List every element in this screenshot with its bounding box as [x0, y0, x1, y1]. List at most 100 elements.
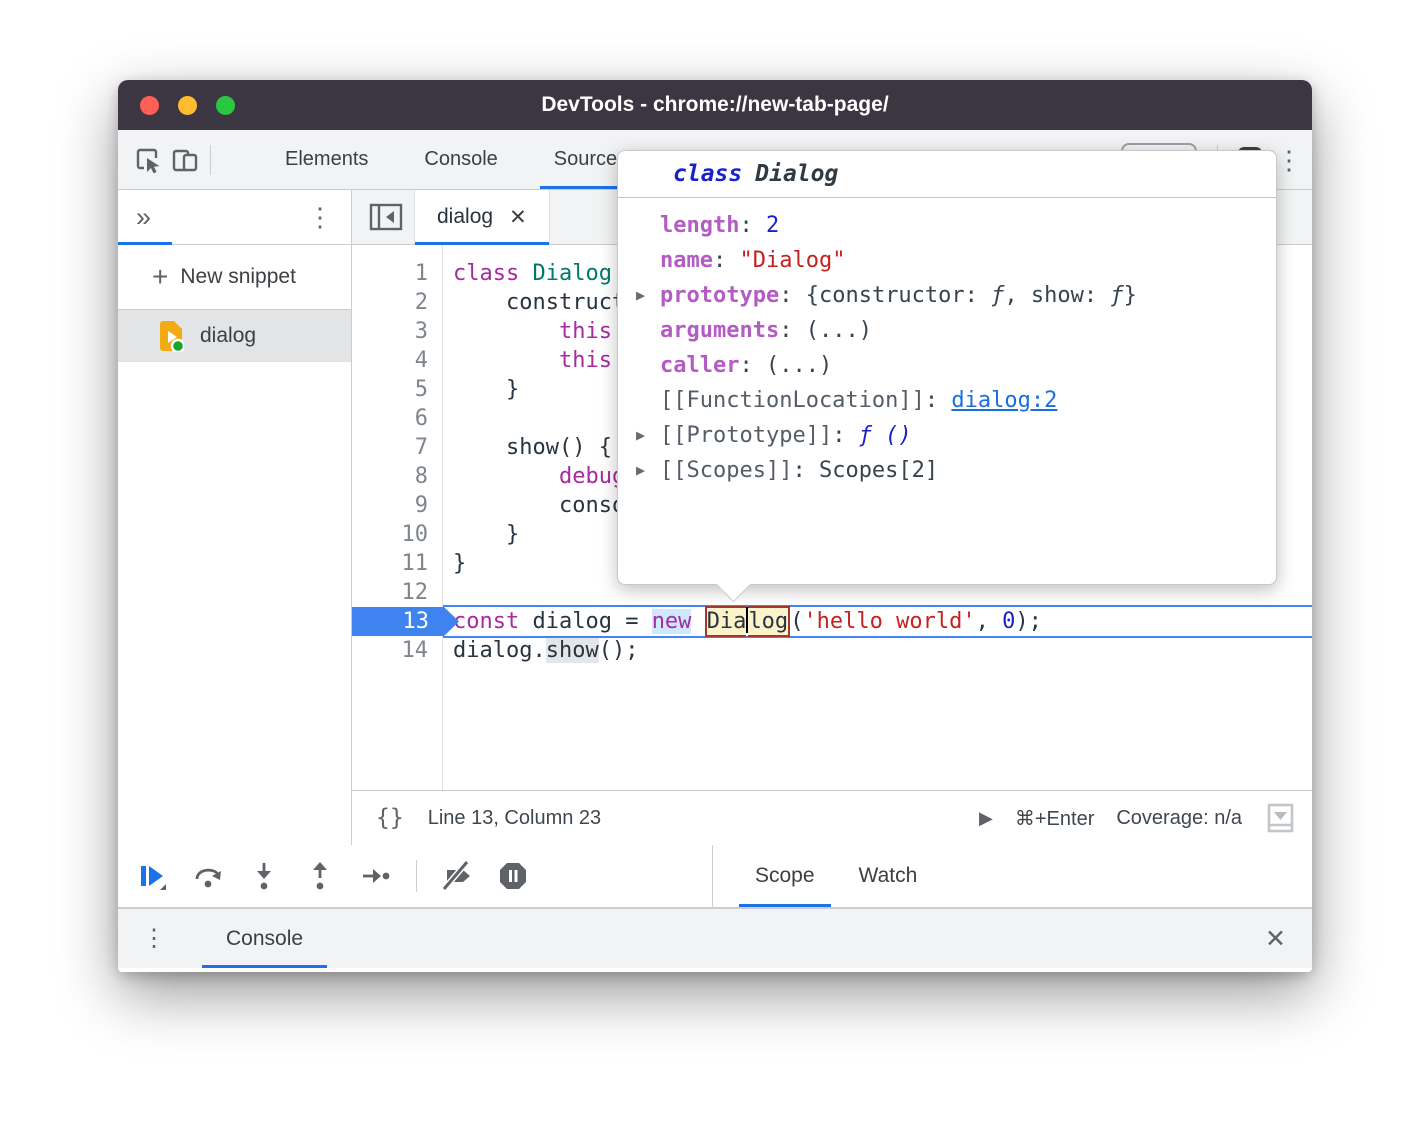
code-line-13[interactable]: const dialog = new Dialog('hello world',…	[444, 607, 1312, 636]
debugger-toolbar: ScopeWatch	[118, 845, 1312, 908]
snippets-sidebar: » ⋮ + New snippet dialog	[118, 190, 352, 845]
screenshot-stage: DevTools - chrome://new-tab-page/ Elemen…	[0, 0, 1428, 1122]
coverage-status: Coverage: n/a	[1116, 807, 1242, 830]
property-name: [[Scopes]]	[660, 458, 792, 483]
sidebar-header: » ⋮	[118, 190, 351, 245]
property-value: ƒ ()	[859, 423, 912, 448]
panel-tab-console[interactable]: Console	[396, 130, 525, 189]
toggle-drawer-icon[interactable]	[1264, 801, 1296, 835]
property-value: "Dialog"	[739, 248, 845, 273]
more-tabs-icon[interactable]: »	[136, 202, 151, 233]
property-name: prototype	[660, 283, 779, 308]
step-over-button[interactable]	[192, 860, 224, 892]
snippet-file-icon	[158, 320, 184, 352]
line-number-6[interactable]: 6	[352, 404, 442, 433]
close-tab-icon[interactable]: ✕	[509, 205, 527, 230]
snippet-list: dialog	[118, 310, 351, 362]
expand-triangle-icon[interactable]: ▶	[636, 278, 660, 313]
property-value: (...)	[766, 353, 832, 378]
property-value: Scopes[2]	[819, 458, 938, 483]
property-name: name	[660, 248, 713, 273]
line-number-5[interactable]: 5	[352, 375, 442, 404]
popup-class-name: Dialog	[755, 161, 838, 187]
property-name: caller	[660, 353, 739, 378]
pretty-print-icon[interactable]: {}	[376, 805, 404, 831]
panel-tab-elements[interactable]: Elements	[257, 130, 396, 189]
property-value: ƒ	[1110, 283, 1123, 308]
property-name: length	[660, 213, 739, 238]
window-title: DevTools - chrome://new-tab-page/	[118, 93, 1312, 117]
property-value: {constructor:	[806, 283, 991, 308]
inspect-element-icon[interactable]	[128, 141, 166, 179]
code-line-14[interactable]: dialog.show();	[444, 636, 1312, 665]
deactivate-breakpoints-button[interactable]	[441, 860, 473, 892]
line-number-9[interactable]: 9	[352, 491, 442, 520]
cursor-position: Line 13, Column 23	[428, 807, 601, 830]
drawer-kebab-icon[interactable]: ⋮	[142, 924, 166, 953]
pause-on-exceptions-button[interactable]	[497, 860, 529, 892]
property-name: [[Prototype]]	[660, 423, 832, 448]
popup-property-row: ▶prototype: {constructor: ƒ, show: ƒ}	[618, 278, 1276, 313]
line-number-10[interactable]: 10	[352, 520, 442, 549]
editor-tab-label: dialog	[437, 205, 493, 229]
hide-navigator-icon[interactable]	[366, 197, 406, 237]
expand-triangle-icon[interactable]: ▶	[636, 453, 660, 488]
panel-tabs: ElementsConsoleSources	[257, 130, 655, 189]
popup-property-row: ▶[[Scopes]]: Scopes[2]	[618, 453, 1276, 488]
property-value: (...)	[806, 318, 872, 343]
line-number-3[interactable]: 3	[352, 317, 442, 346]
popup-property-row: length: 2	[618, 208, 1276, 243]
popup-class-keyword: class	[673, 161, 742, 187]
debugger-separator	[416, 860, 417, 892]
expand-triangle-icon[interactable]: ▶	[636, 418, 660, 453]
popup-property-row: name: "Dialog"	[618, 243, 1276, 278]
property-value: }	[1124, 283, 1137, 308]
sidebar-kebab-icon[interactable]: ⋮	[307, 204, 333, 230]
debugger-controls	[118, 845, 713, 907]
drawer-tab-label: Console	[226, 927, 303, 951]
function-location-link[interactable]: dialog:2	[951, 388, 1057, 413]
popup-property-row: caller: (...)	[618, 348, 1276, 383]
property-value: , show:	[1004, 283, 1110, 308]
popup-property-row: [[FunctionLocation]]: dialog:2	[618, 383, 1276, 418]
resume-button[interactable]	[136, 860, 168, 892]
popup-property-row: arguments: (...)	[618, 313, 1276, 348]
snippet-item-dialog[interactable]: dialog	[118, 310, 351, 362]
step-out-button[interactable]	[304, 860, 336, 892]
drawer-tab-console[interactable]: Console	[202, 909, 327, 968]
window-bottom-edge	[118, 968, 1312, 972]
side-tab-scope[interactable]: Scope	[733, 845, 837, 907]
line-number-7[interactable]: 7	[352, 433, 442, 462]
popup-header: class Dialog	[618, 151, 1276, 198]
line-number-2[interactable]: 2	[352, 288, 442, 317]
popup-properties: length: 2name: "Dialog"▶prototype: {cons…	[618, 198, 1276, 488]
line-number-gutter: 1234567891011121314	[352, 245, 443, 790]
console-drawer: ⋮ Console ✕	[118, 908, 1312, 968]
titlebar: DevTools - chrome://new-tab-page/	[118, 80, 1312, 130]
step-button[interactable]	[360, 860, 392, 892]
property-value: ƒ	[991, 283, 1004, 308]
line-number-11[interactable]: 11	[352, 549, 442, 578]
line-number-14[interactable]: 14	[352, 636, 442, 665]
line-number-1[interactable]: 1	[352, 259, 442, 288]
snippet-label: dialog	[200, 324, 256, 348]
object-preview-popup: class Dialog length: 2name: "Dialog"▶pro…	[617, 150, 1277, 585]
close-drawer-icon[interactable]: ✕	[1265, 924, 1286, 954]
popup-property-row: ▶[[Prototype]]: ƒ ()	[618, 418, 1276, 453]
property-value: 2	[766, 213, 779, 238]
main-menu-kebab-icon[interactable]: ⋮	[1276, 147, 1302, 173]
run-snippet-icon[interactable]: ▶	[979, 808, 993, 829]
line-number-8[interactable]: 8	[352, 462, 442, 491]
line-number-4[interactable]: 4	[352, 346, 442, 375]
step-into-button[interactable]	[248, 860, 280, 892]
property-name: [[FunctionLocation]]	[660, 388, 925, 413]
toolbar-separator	[210, 145, 211, 175]
new-snippet-button[interactable]: + New snippet	[118, 245, 351, 310]
property-name: arguments	[660, 318, 779, 343]
line-number-13[interactable]: 13	[352, 607, 459, 636]
plus-icon: +	[152, 261, 168, 293]
device-toolbar-icon[interactable]	[166, 141, 204, 179]
side-tab-watch[interactable]: Watch	[837, 845, 940, 907]
line-number-12[interactable]: 12	[352, 578, 442, 607]
editor-tab-dialog[interactable]: dialog ✕	[414, 190, 550, 244]
